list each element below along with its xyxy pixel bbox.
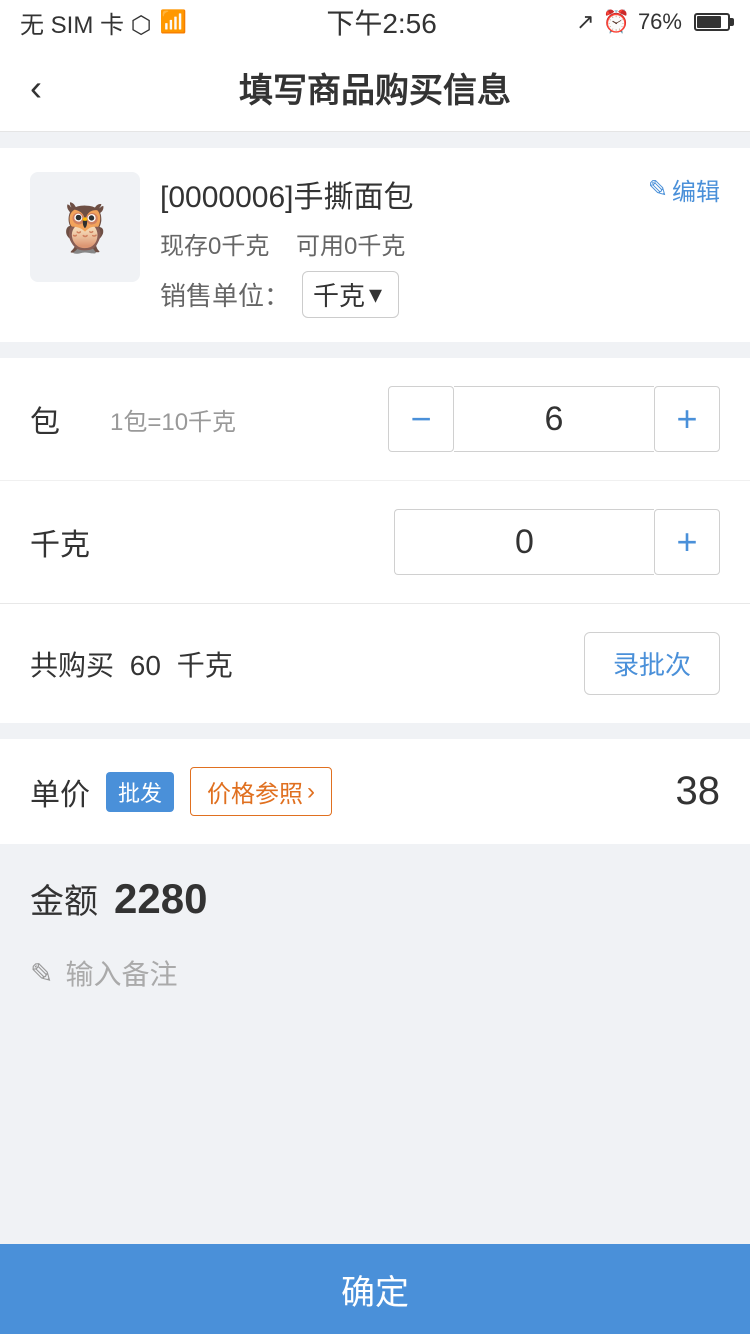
product-info: [0000006]手撕面包 现存0千克 可用0千克 销售单位： 千克 ▾ [160,172,720,318]
product-card: 🦉 [0000006]手撕面包 现存0千克 可用0千克 销售单位： 千克 ▾ ✎… [0,148,750,342]
total-text: 共购买 60 千克 [30,644,233,684]
bao-row: 包 1包=10千克 − + [0,358,750,481]
edit-button[interactable]: ✎ 编辑 [648,172,720,207]
nav-bar: ‹ 填写商品购买信息 [0,44,750,132]
status-left: 无 SIM 卡 ⬡ 📶 [20,5,187,40]
kg-quantity-control: + [394,509,720,575]
status-right: ↗ ⏰ 76% [576,9,730,35]
kg-quantity-input[interactable] [394,509,654,575]
price-badge: 批发 [106,772,174,812]
bao-plus-button[interactable]: + [654,386,720,452]
remark-edit-icon: ✎ [30,957,53,990]
dropdown-icon: ▾ [369,279,382,310]
product-unit-row: 销售单位： 千克 ▾ [160,271,720,318]
battery-percent: 76% [638,9,682,35]
quantity-section: 包 1包=10千克 − + 千克 + 共购买 60 千克 录批次 [0,358,750,723]
bao-quantity-input[interactable] [454,386,654,452]
wifi-icon: 📶 [160,9,187,35]
amount-label: 金额 [30,874,98,923]
kg-row: 千克 + [0,481,750,603]
bao-quantity-control: − + [388,386,720,452]
amount-row: 金额 2280 [30,874,720,923]
battery-icon [694,13,730,31]
amount-value: 2280 [114,875,207,923]
batch-button[interactable]: 录批次 [584,632,720,695]
bao-label: 包 [30,397,110,441]
total-unit: 千克 [177,650,233,681]
stock-available: 可用0千克 [296,233,405,260]
price-value: 38 [676,769,721,814]
product-thumb-icon: 🦉 [55,199,115,256]
remark-row[interactable]: ✎ 输入备注 [30,943,720,1003]
total-amount: 60 [130,650,161,681]
location-icon: ↗ [576,9,594,35]
product-thumbnail: 🦉 [30,172,140,282]
confirm-label: 确定 [341,1265,409,1314]
total-label: 共购买 [30,650,114,681]
price-ref-button[interactable]: 价格参照 › [190,767,332,816]
price-ref-label: 价格参照 [207,774,303,809]
product-stock: 现存0千克 可用0千克 [160,226,720,261]
bottom-padding [0,1023,750,1113]
edit-icon: ✎ [648,175,668,204]
stock-current: 现存0千克 [160,233,269,260]
amount-section: 金额 2280 ✎ 输入备注 [0,844,750,1023]
bao-hint: 1包=10千克 [110,402,388,437]
section-divider [0,723,750,739]
total-row: 共购买 60 千克 录批次 [0,603,750,723]
confirm-button[interactable]: 确定 [0,1244,750,1334]
price-ref-icon: › [307,778,315,806]
kg-plus-button[interactable]: + [654,509,720,575]
bao-minus-button[interactable]: − [388,386,454,452]
edit-label: 编辑 [672,172,720,207]
product-name: [0000006]手撕面包 [160,172,720,216]
kg-label: 千克 [30,520,110,564]
unit-label: 销售单位： [160,276,290,313]
price-section: 单价 批发 价格参照 › 38 [0,739,750,844]
page-title: 填写商品购买信息 [239,63,511,112]
status-bar: 无 SIM 卡 ⬡ 📶 下午2:56 ↗ ⏰ 76% [0,0,750,44]
unit-select[interactable]: 千克 ▾ [302,271,399,318]
unit-value: 千克 [313,276,365,313]
price-label: 单价 [30,770,90,814]
status-time: 下午2:56 [326,2,437,42]
sim-text: 无 SIM 卡 ⬡ [20,5,152,40]
back-button[interactable]: ‹ [20,57,52,119]
remark-placeholder: 输入备注 [65,953,177,993]
alarm-icon: ⏰ [603,9,630,35]
